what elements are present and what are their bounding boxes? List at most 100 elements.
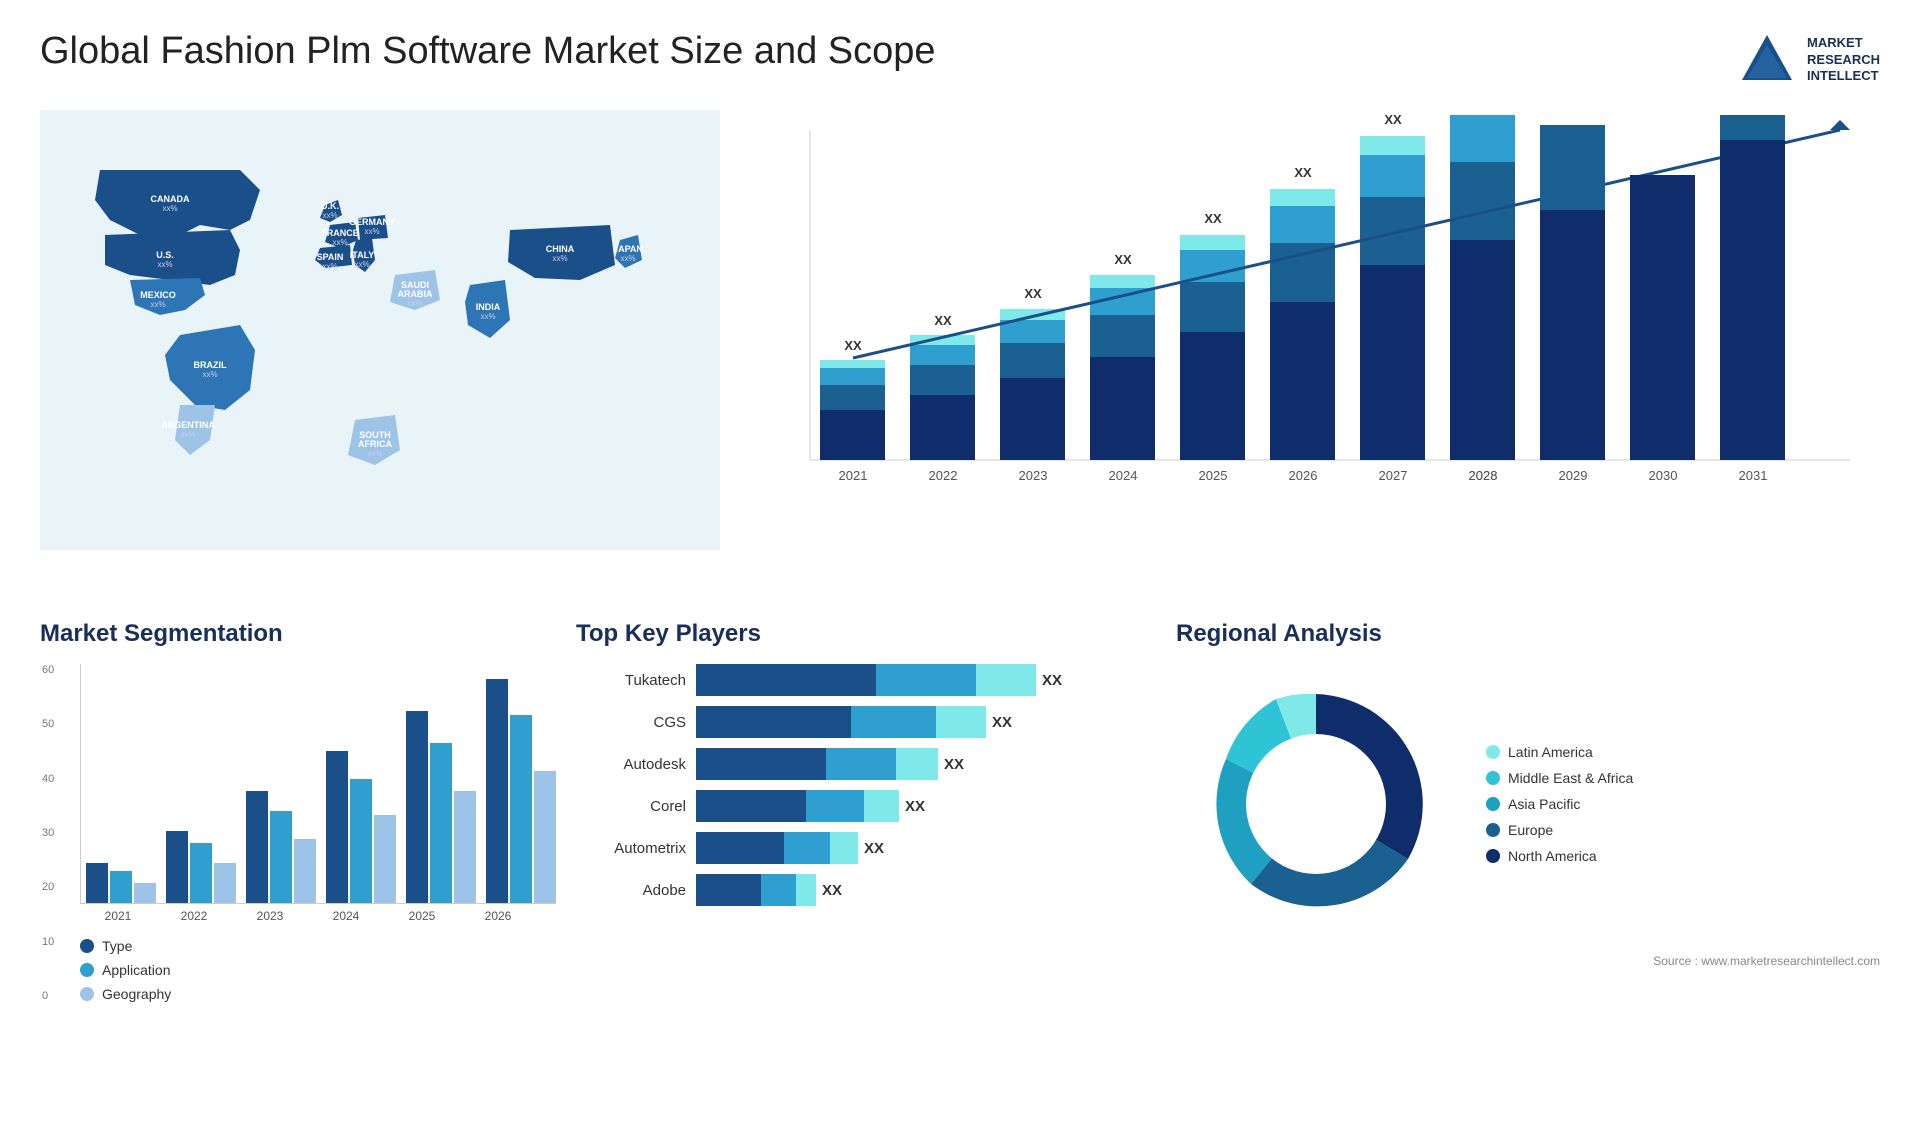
world-map: CANADA xx% U.S. xx% MEXICO xx% BRAZIL xx… (40, 110, 720, 570)
mexico-label: MEXICO (140, 290, 176, 300)
page-title: Global Fashion Plm Software Market Size … (40, 30, 936, 73)
svg-text:AFRICA: AFRICA (358, 439, 392, 449)
legend-latin-america: Latin America (1486, 744, 1633, 760)
bottom-section: Market Segmentation 0 10 20 30 40 50 60 (40, 620, 1880, 1002)
legend-asia-pacific: Asia Pacific (1486, 796, 1633, 812)
legend-north-america: North America (1486, 848, 1633, 864)
svg-text:XX: XX (1384, 112, 1402, 127)
france-label: FRANCE (321, 228, 359, 238)
svg-text:XX: XX (1204, 211, 1222, 226)
donut-legend: Latin America Middle East & Africa Asia … (1486, 744, 1633, 864)
svg-text:xx%: xx% (407, 299, 422, 308)
svg-text:2022: 2022 (929, 468, 958, 483)
seg-group-2021 (86, 863, 156, 903)
growth-chart-section: XX 2021 XX 2022 XX 2023 (740, 110, 1880, 590)
svg-text:xx%: xx% (162, 204, 177, 213)
svg-text:xx%: xx% (150, 300, 165, 309)
svg-text:XX: XX (1294, 165, 1312, 180)
brazil-label: BRAZIL (194, 360, 227, 370)
argentina-label: ARGENTINA (161, 420, 215, 430)
bar-2021-year: 2021 (839, 468, 868, 483)
svg-text:xx%: xx% (552, 254, 567, 263)
uk-label: U.K. (321, 201, 339, 211)
trend-arrow (1830, 120, 1850, 130)
legend-mea: Middle East & Africa (1486, 770, 1633, 786)
logo-icon (1737, 30, 1797, 90)
japan-label: JAPAN (613, 244, 643, 254)
svg-text:2030: 2030 (1649, 468, 1678, 483)
germany-label: GERMANY (349, 217, 395, 227)
player-corel: Corel XX (576, 790, 1156, 822)
svg-text:2026: 2026 (1289, 468, 1318, 483)
svg-text:xx%: xx% (322, 211, 337, 220)
seg-group-2026 (486, 679, 556, 903)
segmentation-section: Market Segmentation 0 10 20 30 40 50 60 (40, 620, 556, 1002)
growth-chart: XX 2021 XX 2022 XX 2023 (740, 110, 1880, 570)
seg-group-2023 (246, 791, 316, 903)
players-title: Top Key Players (576, 620, 1156, 648)
svg-text:xx%: xx% (332, 238, 347, 247)
bar-2021-label: XX (844, 338, 862, 353)
player-cgs: CGS XX (576, 706, 1156, 738)
seg-group-2022 (166, 831, 236, 903)
players-list: Tukatech XX CGS (576, 664, 1156, 906)
source-text: Source : www.marketresearchintellect.com (1176, 954, 1880, 968)
bar-2021-seg2 (820, 385, 885, 410)
china-label: CHINA (546, 244, 575, 254)
svg-text:xx%: xx% (367, 449, 382, 458)
svg-text:xx%: xx% (620, 254, 635, 263)
legend-europe: Europe (1486, 822, 1633, 838)
svg-text:xx%: xx% (180, 430, 195, 439)
bar-chart-svg: XX 2021 XX 2022 XX 2023 (740, 110, 1880, 530)
seg-legend: Type Application Geography (80, 938, 556, 1002)
seg-group-2024 (326, 751, 396, 903)
us-label: U.S. (156, 250, 174, 260)
bar-2021-seg4 (820, 360, 885, 368)
seg-group-2025 (406, 711, 476, 903)
bar-2021-seg1 (820, 410, 885, 460)
svg-text:xx%: xx% (202, 370, 217, 379)
svg-text:xx%: xx% (364, 227, 379, 236)
svg-text:xx%: xx% (157, 260, 172, 269)
spain-label: SPAIN (317, 252, 344, 262)
donut-area: Latin America Middle East & Africa Asia … (1176, 664, 1880, 944)
saudi-label2: ARABIA (398, 289, 433, 299)
donut-hole (1246, 734, 1386, 874)
svg-text:XX: XX (1024, 286, 1042, 301)
regional-title: Regional Analysis (1176, 620, 1880, 648)
map-section: CANADA xx% U.S. xx% MEXICO xx% BRAZIL xx… (40, 110, 720, 590)
logo-area: MARKET RESEARCH INTELLECT (1737, 30, 1880, 90)
segmentation-title: Market Segmentation (40, 620, 556, 648)
legend-type: Type (80, 938, 556, 954)
player-autodesk: Autodesk XX (576, 748, 1156, 780)
canada-label: CANADA (151, 194, 190, 204)
svg-text:XX: XX (934, 313, 952, 328)
bar-2021-seg3 (820, 368, 885, 385)
svg-text:xx%: xx% (354, 260, 369, 269)
svg-text:2023: 2023 (1019, 468, 1048, 483)
svg-text:2025: 2025 (1199, 468, 1228, 483)
player-adobe: Adobe XX (576, 874, 1156, 906)
player-tukatech: Tukatech XX (576, 664, 1156, 696)
italy-label: ITALY (350, 250, 375, 260)
svg-text:2029: 2029 (1559, 468, 1588, 483)
donut-chart (1176, 664, 1456, 944)
india-label: INDIA (476, 302, 501, 312)
players-section: Top Key Players Tukatech XX CGS (576, 620, 1156, 1002)
svg-text:2024: 2024 (1109, 468, 1138, 483)
page-header: Global Fashion Plm Software Market Size … (40, 30, 1880, 90)
svg-text:xx%: xx% (480, 312, 495, 321)
top-section: CANADA xx% U.S. xx% MEXICO xx% BRAZIL xx… (40, 110, 1880, 590)
svg-text:2027: 2027 (1379, 468, 1408, 483)
svg-text:2031: 2031 (1739, 468, 1768, 483)
player-autometrix: Autometrix XX (576, 832, 1156, 864)
svg-text:XX: XX (1114, 252, 1132, 267)
legend-geography: Geography (80, 986, 556, 1002)
svg-text:2028: 2028 (1469, 468, 1498, 483)
svg-text:xx%: xx% (322, 262, 337, 271)
world-map-svg: CANADA xx% U.S. xx% MEXICO xx% BRAZIL xx… (40, 110, 720, 550)
logo-text: MARKET RESEARCH INTELLECT (1807, 35, 1880, 86)
segmentation-bars: 0 10 20 30 40 50 60 (80, 664, 556, 904)
legend-application: Application (80, 962, 556, 978)
regional-section: Regional Analysis (1176, 620, 1880, 1002)
